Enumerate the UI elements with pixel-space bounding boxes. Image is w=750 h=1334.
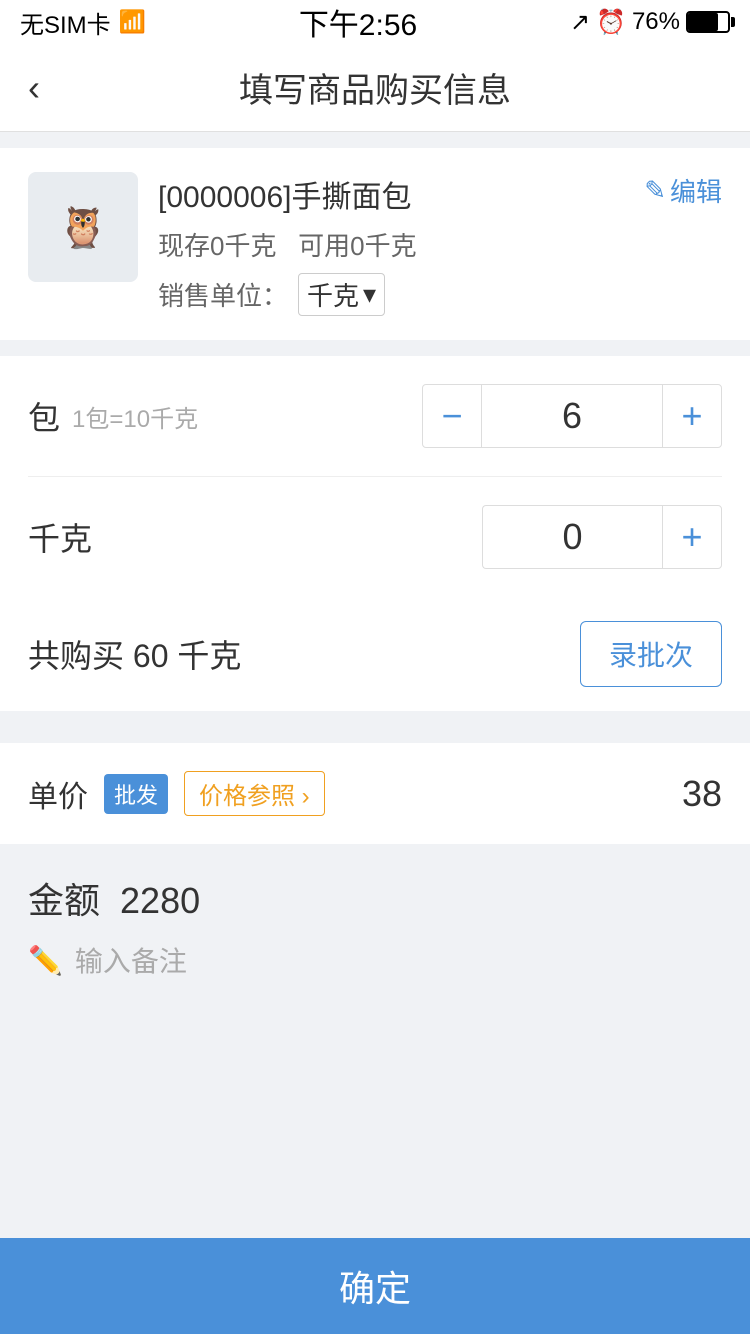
remark-icon: ✏️ [28, 944, 63, 977]
remark-label: 输入备注 [75, 940, 187, 980]
bag-qty-input[interactable] [482, 384, 662, 448]
remark-row[interactable]: ✏️ 输入备注 [28, 940, 722, 980]
unit-dropdown-icon: ▾ [363, 279, 376, 310]
bag-plus-button[interactable]: + [662, 384, 722, 448]
batch-button[interactable]: 录批次 [580, 621, 722, 687]
bag-qty-control: − + [422, 384, 722, 448]
location-icon: ↗ [570, 8, 590, 37]
page-title: 填写商品购买信息 [239, 63, 511, 112]
product-thumbnail: 🦉 [28, 172, 138, 282]
bag-label: 包 1包=10千克 [28, 393, 198, 439]
product-name: [0000006]手撕面包 [158, 172, 624, 216]
product-unit: 销售单位： 千克 ▾ [158, 273, 624, 316]
total-text: 共购买 60 千克 [28, 631, 241, 677]
bag-minus-button[interactable]: − [422, 384, 482, 448]
confirm-button[interactable]: 确定 [0, 1238, 750, 1334]
quantity-row-bag: 包 1包=10千克 − + [28, 356, 722, 477]
divider-1 [0, 340, 750, 356]
unit-select[interactable]: 千克 ▾ [298, 273, 385, 316]
price-section: 单价 批发 价格参照 › 38 [0, 743, 750, 844]
kg-plus-button[interactable]: + [662, 505, 722, 569]
amount-row: 金额 2280 [28, 872, 722, 924]
input-section: 包 1包=10千克 − + 千克 + [0, 356, 750, 597]
kg-qty-input[interactable] [482, 505, 662, 569]
price-type-tag: 批发 [104, 774, 168, 814]
wifi-icon: 📶 [119, 9, 146, 35]
amount-value: 2280 [120, 880, 200, 921]
battery-percent: 76% [632, 8, 680, 36]
product-info: [0000006]手撕面包 现存0千克 可用0千克 销售单位： 千克 ▾ [158, 172, 624, 316]
back-button[interactable]: ‹ [28, 67, 40, 109]
price-label: 单价 [28, 772, 88, 816]
price-ref-button[interactable]: 价格参照 › [184, 771, 325, 816]
price-row: 单价 批发 价格参照 › 38 [28, 771, 722, 816]
quantity-row-kg: 千克 + [28, 477, 722, 597]
product-stock: 现存0千克 可用0千克 [158, 226, 624, 263]
status-left: 无SIM卡 📶 [20, 5, 146, 40]
battery-icon [686, 11, 730, 33]
product-thumb-icon: 🦉 [58, 204, 108, 251]
status-time: 下午2:56 [299, 0, 417, 44]
status-bar: 无SIM卡 📶 下午2:56 ↗ ⏰ 76% [0, 0, 750, 44]
edit-button[interactable]: ✎ 编辑 [644, 172, 722, 209]
nav-bar: ‹ 填写商品购买信息 [0, 44, 750, 132]
price-value: 38 [682, 773, 722, 815]
carrier-label: 无SIM卡 [20, 5, 111, 40]
total-row: 共购买 60 千克 录批次 [0, 597, 750, 711]
edit-icon: ✎ [644, 175, 666, 206]
status-right: ↗ ⏰ 76% [570, 8, 730, 37]
kg-label: 千克 [28, 514, 92, 560]
amount-section: 金额 2280 ✏️ 输入备注 [0, 844, 750, 1008]
alarm-icon: ⏰ [596, 8, 626, 37]
product-card: 🦉 [0000006]手撕面包 现存0千克 可用0千克 销售单位： 千克 ▾ ✎… [0, 148, 750, 340]
kg-qty-control: + [482, 505, 722, 569]
divider-2 [0, 711, 750, 727]
